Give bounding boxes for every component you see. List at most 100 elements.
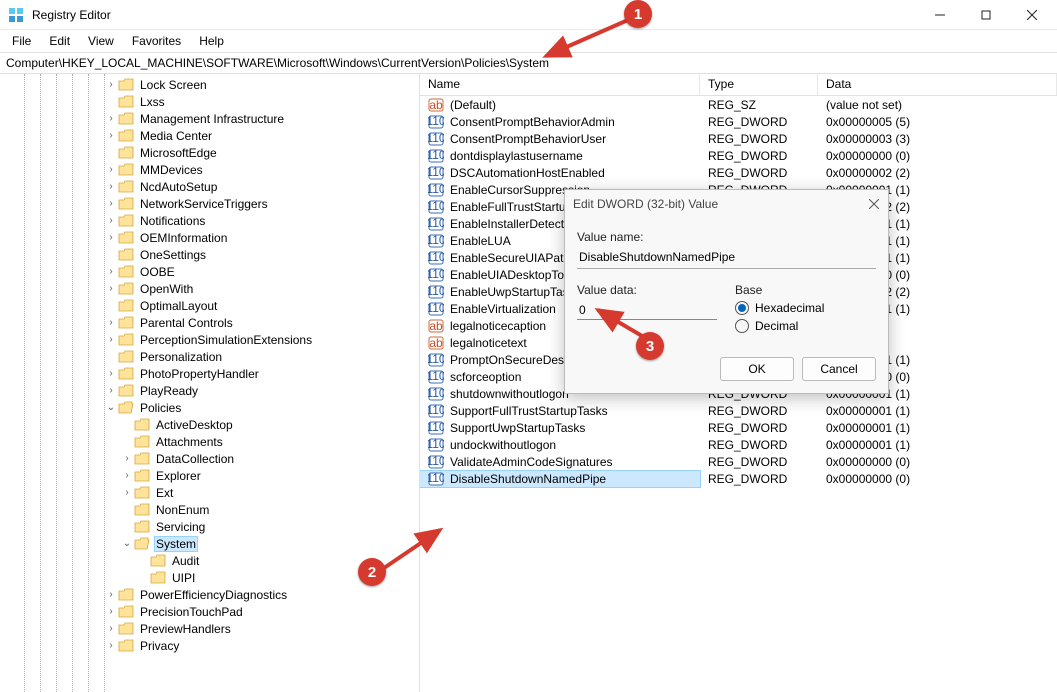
chevron-right-icon[interactable]: › bbox=[104, 589, 118, 600]
tree-node-parental-controls[interactable]: ›Parental Controls bbox=[0, 314, 419, 331]
chevron-right-icon[interactable]: › bbox=[104, 215, 118, 226]
chevron-right-icon[interactable]: › bbox=[104, 266, 118, 277]
maximize-button[interactable] bbox=[963, 0, 1009, 30]
minimize-button[interactable] bbox=[917, 0, 963, 30]
menu-file[interactable]: File bbox=[4, 32, 39, 50]
menu-help[interactable]: Help bbox=[191, 32, 232, 50]
tree-node-system[interactable]: ⌄System bbox=[0, 535, 419, 552]
value-row[interactable]: 110ValidateAdminCodeSignaturesREG_DWORD0… bbox=[420, 453, 1057, 470]
tree-node-oeminformation[interactable]: ›OEMInformation bbox=[0, 229, 419, 246]
chevron-down-icon[interactable]: ⌄ bbox=[120, 538, 134, 549]
tree-node-uipi[interactable]: UIPI bbox=[0, 569, 419, 586]
tree-node-photopropertyhandler[interactable]: ›PhotoPropertyHandler bbox=[0, 365, 419, 382]
folder-icon bbox=[118, 333, 134, 347]
address-bar[interactable]: Computer\HKEY_LOCAL_MACHINE\SOFTWARE\Mic… bbox=[0, 52, 1057, 74]
tree-node-audit[interactable]: Audit bbox=[0, 552, 419, 569]
tree-node-ext[interactable]: ›Ext bbox=[0, 484, 419, 501]
close-button[interactable] bbox=[1009, 0, 1055, 30]
menu-view[interactable]: View bbox=[80, 32, 122, 50]
column-type[interactable]: Type bbox=[700, 74, 818, 95]
dec-radio[interactable] bbox=[735, 319, 749, 333]
folder-icon bbox=[134, 469, 150, 483]
tree-node-microsoftedge[interactable]: MicrosoftEdge bbox=[0, 144, 419, 161]
chevron-right-icon[interactable]: › bbox=[104, 606, 118, 617]
chevron-right-icon[interactable]: › bbox=[120, 470, 134, 481]
annotation-badge-2: 2 bbox=[358, 558, 386, 586]
tree-node-explorer[interactable]: › Explorer bbox=[0, 467, 419, 484]
value-row[interactable]: 110dontdisplaylastusernameREG_DWORD0x000… bbox=[420, 147, 1057, 164]
folder-icon bbox=[118, 639, 134, 653]
value-row[interactable]: 110ConsentPromptBehaviorUserREG_DWORD0x0… bbox=[420, 130, 1057, 147]
tree-pane[interactable]: ›Lock ScreenLxss›Management Infrastructu… bbox=[0, 74, 420, 692]
ok-button[interactable]: OK bbox=[720, 357, 794, 381]
dialog-close-button[interactable] bbox=[864, 194, 884, 214]
address-path[interactable]: Computer\HKEY_LOCAL_MACHINE\SOFTWARE\Mic… bbox=[6, 56, 1051, 70]
menu-edit[interactable]: Edit bbox=[41, 32, 78, 50]
dword-value-icon: 110 bbox=[428, 182, 444, 198]
tree-node-management-infrastructure[interactable]: ›Management Infrastructure bbox=[0, 110, 419, 127]
tree-node-precisiontouchpad[interactable]: ›PrecisionTouchPad bbox=[0, 603, 419, 620]
chevron-right-icon[interactable]: › bbox=[104, 198, 118, 209]
tree-node-networkservicetriggers[interactable]: ›NetworkServiceTriggers bbox=[0, 195, 419, 212]
svg-text:110: 110 bbox=[428, 454, 444, 468]
cancel-button[interactable]: Cancel bbox=[802, 357, 876, 381]
tree-node-servicing[interactable]: Servicing bbox=[0, 518, 419, 535]
tree-node-optimallayout[interactable]: OptimalLayout bbox=[0, 297, 419, 314]
tree-node-activedesktop[interactable]: ActiveDesktop bbox=[0, 416, 419, 433]
hex-radio[interactable] bbox=[735, 301, 749, 315]
tree-node-label: Explorer bbox=[154, 469, 203, 483]
value-row[interactable]: 110undockwithoutlogonREG_DWORD0x00000001… bbox=[420, 436, 1057, 453]
chevron-right-icon[interactable]: › bbox=[104, 385, 118, 396]
tree-node-onesettings[interactable]: OneSettings bbox=[0, 246, 419, 263]
chevron-right-icon[interactable]: › bbox=[104, 130, 118, 141]
chevron-right-icon[interactable]: › bbox=[104, 164, 118, 175]
tree-node-playready[interactable]: ›PlayReady bbox=[0, 382, 419, 399]
value-data-input[interactable] bbox=[577, 301, 717, 320]
chevron-right-icon[interactable]: › bbox=[104, 232, 118, 243]
tree-node-lxss[interactable]: Lxss bbox=[0, 93, 419, 110]
tree-node-policies[interactable]: ⌄Policies bbox=[0, 399, 419, 416]
tree-node-powerefficiencydiagnostics[interactable]: ›PowerEfficiencyDiagnostics bbox=[0, 586, 419, 603]
value-row[interactable]: 110DisableShutdownNamedPipeREG_DWORD0x00… bbox=[420, 470, 1057, 487]
svg-text:110: 110 bbox=[428, 352, 444, 366]
tree-node-personalization[interactable]: Personalization bbox=[0, 348, 419, 365]
chevron-right-icon[interactable]: › bbox=[104, 113, 118, 124]
tree-node-media-center[interactable]: ›Media Center bbox=[0, 127, 419, 144]
chevron-right-icon[interactable]: › bbox=[104, 181, 118, 192]
chevron-right-icon[interactable]: › bbox=[104, 640, 118, 651]
tree-node-oobe[interactable]: ›OOBE bbox=[0, 263, 419, 280]
tree-node-perceptionsimulationextensions[interactable]: ›PerceptionSimulationExtensions bbox=[0, 331, 419, 348]
chevron-right-icon[interactable]: › bbox=[104, 283, 118, 294]
tree-node-lock-screen[interactable]: ›Lock Screen bbox=[0, 76, 419, 93]
tree-node-mmdevices[interactable]: ›MMDevices bbox=[0, 161, 419, 178]
tree-node-privacy[interactable]: ›Privacy bbox=[0, 637, 419, 654]
value-row[interactable]: 110SupportFullTrustStartupTasksREG_DWORD… bbox=[420, 402, 1057, 419]
svg-text:110: 110 bbox=[428, 199, 444, 213]
tree-node-openwith[interactable]: ›OpenWith bbox=[0, 280, 419, 297]
value-row[interactable]: 110SupportUwpStartupTasksREG_DWORD0x0000… bbox=[420, 419, 1057, 436]
dword-value-icon: 110 bbox=[428, 114, 444, 130]
tree-node-attachments[interactable]: Attachments bbox=[0, 433, 419, 450]
chevron-right-icon[interactable]: › bbox=[104, 317, 118, 328]
menu-favorites[interactable]: Favorites bbox=[124, 32, 189, 50]
tree-node-notifications[interactable]: ›Notifications bbox=[0, 212, 419, 229]
tree-node-label: OptimalLayout bbox=[138, 299, 219, 313]
value-row[interactable]: 110DSCAutomationHostEnabledREG_DWORD0x00… bbox=[420, 164, 1057, 181]
string-value-icon: ab bbox=[428, 335, 444, 351]
column-data[interactable]: Data bbox=[818, 74, 1057, 95]
tree-node-previewhandlers[interactable]: ›PreviewHandlers bbox=[0, 620, 419, 637]
column-name[interactable]: Name bbox=[420, 74, 700, 95]
chevron-down-icon[interactable]: ⌄ bbox=[104, 402, 118, 413]
chevron-right-icon[interactable]: › bbox=[120, 487, 134, 498]
tree-node-datacollection[interactable]: ›DataCollection bbox=[0, 450, 419, 467]
chevron-right-icon[interactable]: › bbox=[104, 79, 118, 90]
tree-node-nonenum[interactable]: NonEnum bbox=[0, 501, 419, 518]
chevron-right-icon[interactable]: › bbox=[104, 368, 118, 379]
value-row[interactable]: ab(Default)REG_SZ(value not set) bbox=[420, 96, 1057, 113]
chevron-right-icon[interactable]: › bbox=[120, 453, 134, 464]
chevron-right-icon[interactable]: › bbox=[104, 623, 118, 634]
tree-node-ncdautosetup[interactable]: ›NcdAutoSetup bbox=[0, 178, 419, 195]
value-name: ValidateAdminCodeSignatures bbox=[450, 455, 613, 469]
value-row[interactable]: 110ConsentPromptBehaviorAdminREG_DWORD0x… bbox=[420, 113, 1057, 130]
chevron-right-icon[interactable]: › bbox=[104, 334, 118, 345]
